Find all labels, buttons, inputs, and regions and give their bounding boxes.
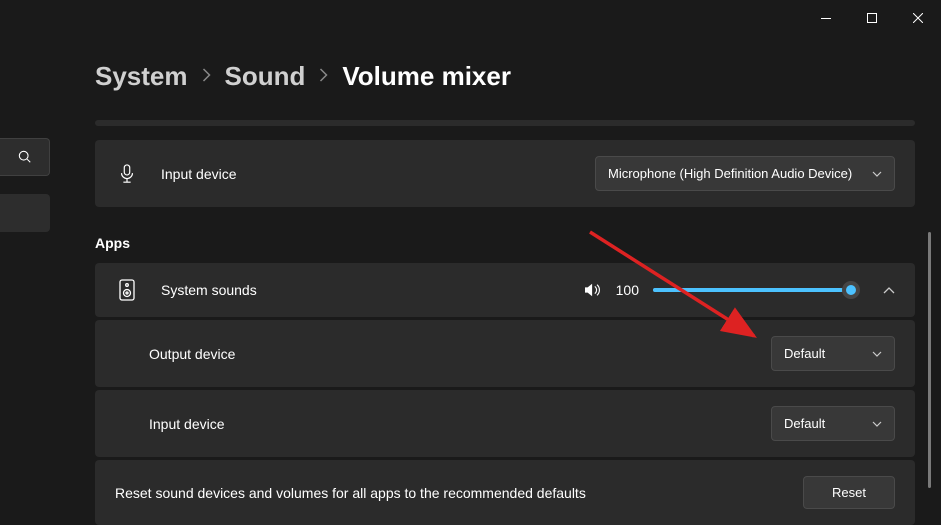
apps-section-title: Apps [95,235,915,251]
output-device-label: Output device [149,346,771,362]
search-box-collapsed[interactable] [0,138,50,176]
volume-slider[interactable] [653,288,851,292]
left-sidebar-edge [0,138,50,232]
reset-button[interactable]: Reset [803,476,895,509]
output-device-value: Default [784,346,825,361]
volume-value: 100 [616,282,639,298]
speaker-box-icon [115,279,139,301]
breadcrumb-current: Volume mixer [342,61,511,92]
system-sounds-label: System sounds [161,282,584,298]
reset-label: Reset sound devices and volumes for all … [115,485,586,501]
input-device-label: Input device [161,166,595,182]
titlebar [0,0,941,36]
close-button[interactable] [895,0,941,36]
slider-thumb[interactable] [842,281,860,299]
output-device-panel: Output device Default [95,320,915,387]
chevron-right-icon [202,68,211,85]
breadcrumb: System Sound Volume mixer [95,61,915,92]
collapsed-panel-stub [95,120,915,126]
expand-toggle[interactable] [883,281,895,299]
input-device-value: Microphone (High Definition Audio Device… [608,166,852,181]
minimize-button[interactable] [803,0,849,36]
volume-icon[interactable] [584,282,602,298]
chevron-down-icon [872,351,882,357]
input-device-panel[interactable]: Input device Microphone (High Definition… [95,140,915,207]
scrollbar-thumb[interactable] [928,232,931,488]
input-device-sub-value: Default [784,416,825,431]
input-device-dropdown[interactable]: Microphone (High Definition Audio Device… [595,156,895,191]
microphone-icon [115,164,139,184]
chevron-down-icon [872,171,882,177]
input-device-sub-panel: Input device Default [95,390,915,457]
chevron-up-icon [883,287,895,294]
breadcrumb-system[interactable]: System [95,61,188,92]
input-device-sub-label: Input device [149,416,771,432]
system-sounds-panel[interactable]: System sounds 100 [95,263,915,317]
input-device-sub-dropdown[interactable]: Default [771,406,895,441]
chevron-down-icon [872,421,882,427]
breadcrumb-sound[interactable]: Sound [225,61,306,92]
reset-panel: Reset sound devices and volumes for all … [95,460,915,525]
window-controls [803,0,941,36]
chevron-right-icon [319,68,328,85]
nav-item-stub[interactable] [0,194,50,232]
search-icon [18,150,32,164]
output-device-dropdown[interactable]: Default [771,336,895,371]
maximize-button[interactable] [849,0,895,36]
